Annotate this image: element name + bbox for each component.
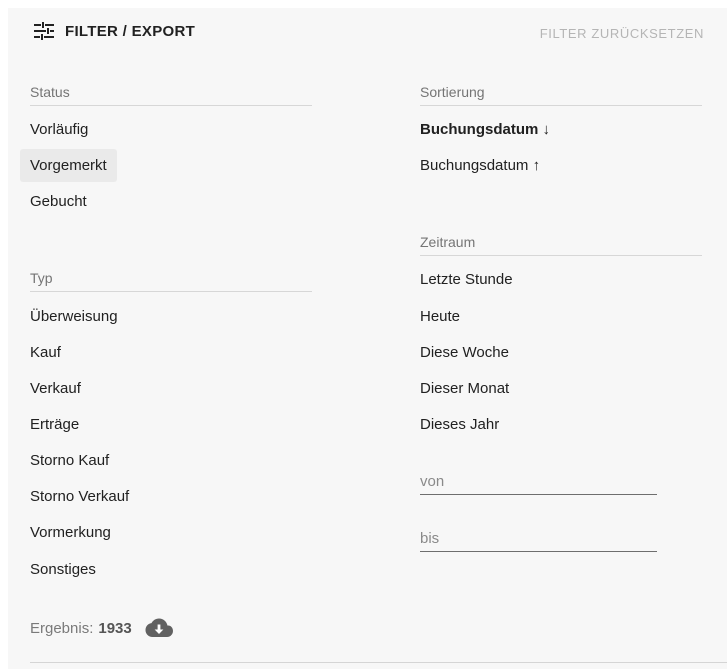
typ-option-vormerkung[interactable]: Vormerkung — [20, 516, 121, 549]
result-summary: Ergebnis: 1933 — [30, 617, 174, 639]
bottom-divider — [30, 662, 727, 663]
zeitraum-option-dieses-jahr[interactable]: Dieses Jahr — [410, 408, 509, 441]
typ-option-storno-verkauf[interactable]: Storno Verkauf — [20, 480, 139, 513]
zeitraum-option-heute[interactable]: Heute — [410, 300, 470, 333]
typ-option-storno-kauf[interactable]: Storno Kauf — [20, 444, 119, 477]
date-from-field[interactable]: von — [420, 473, 657, 495]
status-option-vorlaeufig[interactable]: Vorläufig — [20, 113, 98, 146]
reset-filter-button[interactable]: FILTER ZURÜCKSETZEN — [540, 26, 704, 41]
result-label: Ergebnis: — [30, 619, 94, 637]
zeitraum-section-label: Zeitraum — [420, 234, 702, 256]
typ-section-label: Typ — [30, 270, 312, 292]
status-option-gebucht[interactable]: Gebucht — [20, 185, 97, 218]
sort-option-date-asc[interactable]: Buchungsdatum ↑ — [410, 149, 550, 182]
result-count: 1933 — [98, 619, 132, 637]
sort-option-date-desc[interactable]: Buchungsdatum ↓ — [410, 113, 560, 146]
panel-header: FILTER / EXPORT — [33, 22, 195, 40]
zeitraum-option-dieser-monat[interactable]: Dieser Monat — [410, 372, 519, 405]
status-section-label: Status — [30, 84, 312, 106]
tune-icon — [34, 22, 54, 40]
filter-export-panel — [8, 8, 727, 669]
cloud-download-icon[interactable] — [144, 617, 174, 639]
status-option-vorgemerkt[interactable]: Vorgemerkt — [20, 149, 117, 182]
zeitraum-option-diese-woche[interactable]: Diese Woche — [410, 336, 519, 369]
typ-option-verkauf[interactable]: Verkauf — [20, 372, 91, 405]
sortierung-section-label: Sortierung — [420, 84, 702, 106]
typ-option-kauf[interactable]: Kauf — [20, 336, 71, 369]
typ-option-sonstiges[interactable]: Sonstiges — [20, 553, 106, 586]
typ-option-ertraege[interactable]: Erträge — [20, 408, 89, 441]
typ-option-ueberweisung[interactable]: Überweisung — [20, 300, 128, 333]
panel-title: FILTER / EXPORT — [65, 22, 196, 40]
date-to-field[interactable]: bis — [420, 530, 657, 552]
zeitraum-option-letzte-stunde[interactable]: Letzte Stunde — [410, 263, 523, 296]
